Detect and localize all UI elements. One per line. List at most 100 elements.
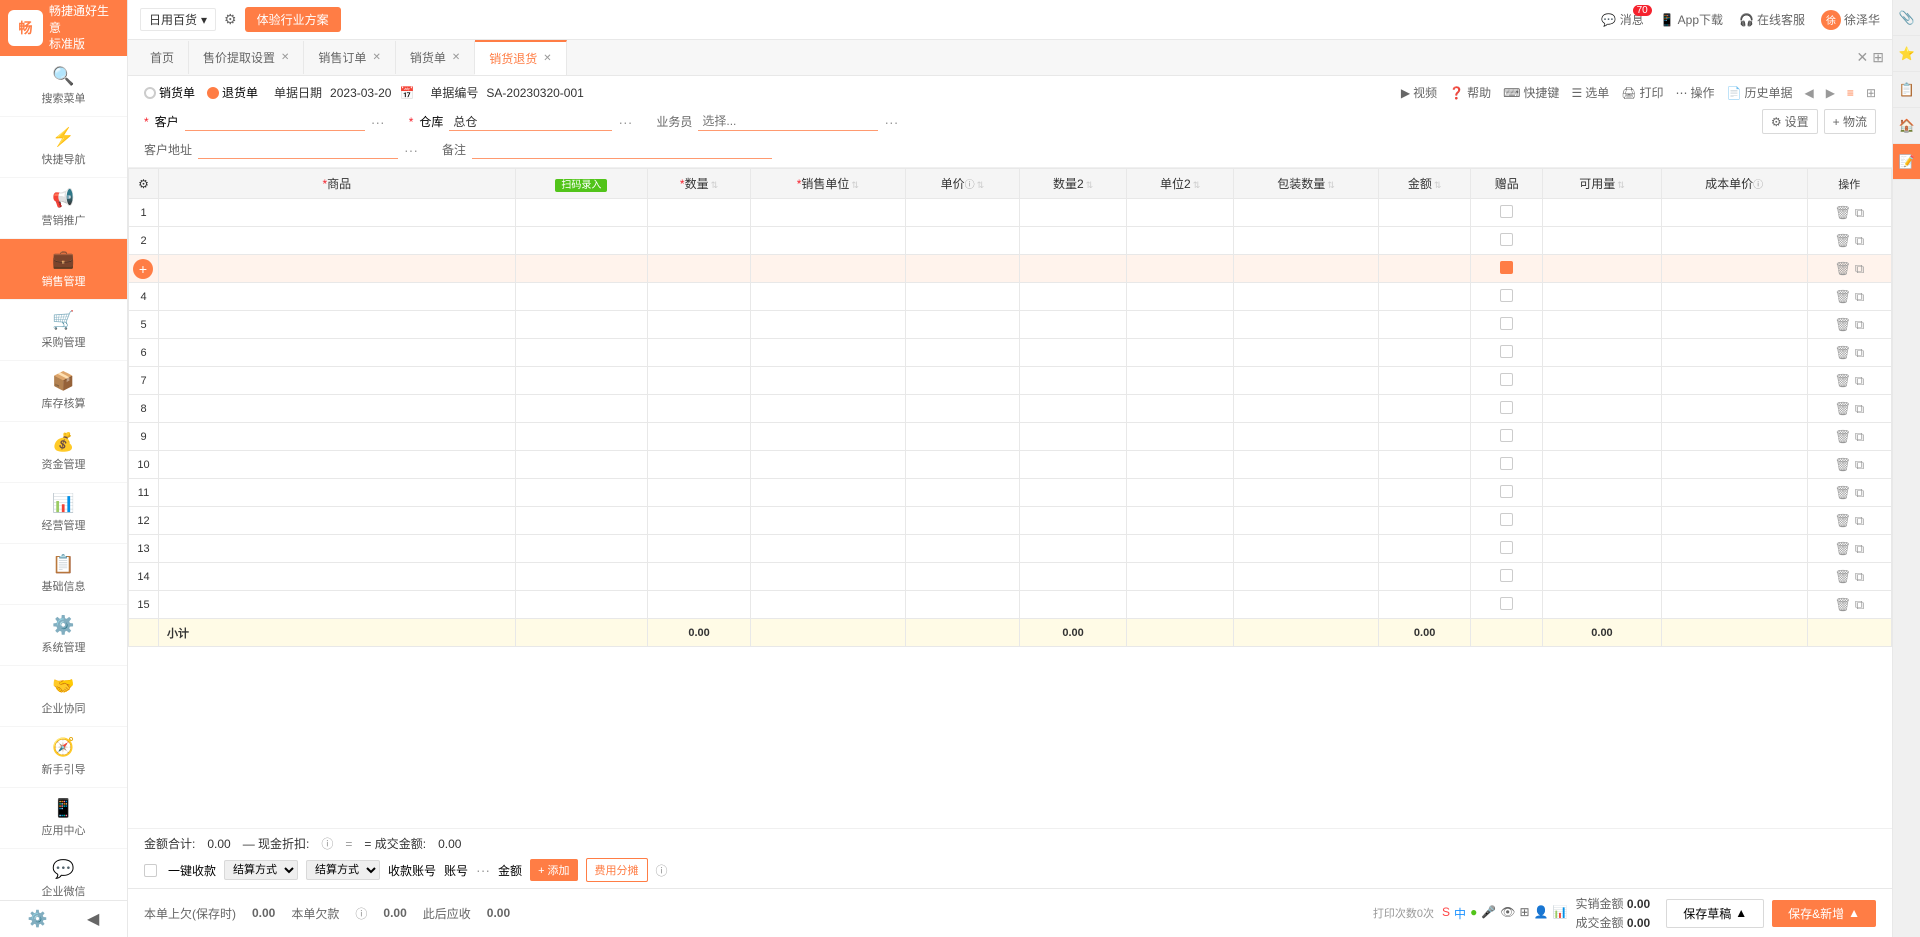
delete-icon[interactable]: 🗑 [1834, 457, 1851, 473]
copy-icon[interactable]: ⧉ [1855, 485, 1864, 501]
tab-sale-order-close-icon[interactable]: ✕ [372, 52, 380, 63]
price-sort-icon[interactable]: ⇅ [977, 180, 985, 190]
calendar-icon[interactable]: 📅 [399, 86, 414, 100]
gift-checkbox[interactable] [1500, 485, 1513, 498]
copy-icon[interactable]: ⧉ [1855, 289, 1864, 305]
toolbar-user-icon[interactable]: 👤 [1534, 905, 1549, 922]
gift-checkbox[interactable] [1500, 401, 1513, 414]
sidebar-settings-icon[interactable]: ⚙️ [28, 909, 48, 929]
copy-icon[interactable]: ⧉ [1855, 205, 1864, 221]
radio-return[interactable]: 退货单 [207, 84, 258, 101]
action-shortcut[interactable]: ⌨快捷键 [1503, 84, 1559, 101]
gift-checkbox[interactable] [1500, 569, 1513, 582]
cost-info-icon[interactable]: ⓘ [1753, 180, 1763, 191]
tab-close-all-icon[interactable]: ✕ [1857, 49, 1869, 66]
account-picker-icon[interactable]: ··· [476, 862, 490, 878]
calc-method-select[interactable]: 结算方式 [306, 860, 380, 880]
message-icon-wrap[interactable]: 💬 70 消息 [1601, 11, 1643, 28]
warehouse-picker-icon[interactable]: ··· [618, 114, 632, 130]
btn-logistics[interactable]: + 物流 [1824, 109, 1876, 134]
amount-cell[interactable] [1378, 199, 1471, 227]
user-info[interactable]: 徐 徐泽华 [1821, 10, 1880, 30]
gift-checkbox[interactable] [1500, 345, 1513, 358]
qty2-cell[interactable] [1020, 227, 1127, 255]
copy-icon[interactable]: ⧉ [1855, 401, 1864, 417]
sidebar-item-guide[interactable]: 🧭新手引导 [0, 727, 127, 788]
delete-icon[interactable]: 🗑 [1834, 345, 1851, 361]
product-cell-active[interactable] [159, 255, 516, 283]
app-download[interactable]: 📱 App下载 [1660, 11, 1723, 28]
delete-icon[interactable]: 🗑 [1834, 261, 1851, 277]
addr-picker-icon[interactable]: ··· [404, 142, 418, 158]
delete-icon[interactable]: 🗑 [1834, 289, 1851, 305]
copy-icon[interactable]: ⧉ [1855, 597, 1864, 613]
fee-split-btn[interactable]: 费用分摊 [586, 858, 648, 882]
sidebar-item-finance[interactable]: 💰资金管理 [0, 422, 127, 483]
gift-checkbox[interactable] [1500, 457, 1513, 470]
save-draft-btn[interactable]: 保存草稿 ▲ [1666, 899, 1764, 928]
sidebar-item-marketing[interactable]: 📢营销推广 [0, 178, 127, 239]
gift-checkbox[interactable] [1500, 289, 1513, 302]
gift-checkbox[interactable] [1500, 373, 1513, 386]
price-cell[interactable] [905, 255, 1019, 283]
delete-icon[interactable]: 🗑 [1834, 317, 1851, 333]
customer-addr-input[interactable] [198, 140, 398, 159]
tab-sale[interactable]: 销货单 ✕ [396, 41, 475, 74]
delete-icon[interactable]: 🗑 [1834, 485, 1851, 501]
action-select[interactable]: ☰选单 [1571, 84, 1609, 101]
tab-sale-order[interactable]: 销售订单 ✕ [304, 41, 395, 74]
gift-checkbox[interactable] [1500, 541, 1513, 554]
customer-picker-icon[interactable]: ··· [371, 114, 385, 130]
discount-info-icon[interactable]: ⓘ [321, 835, 333, 852]
unit2-cell[interactable] [1127, 199, 1234, 227]
delete-icon[interactable]: 🗑 [1834, 233, 1851, 249]
amount-cell[interactable] [1378, 255, 1471, 283]
salesperson-input[interactable] [698, 112, 878, 131]
radio-sale[interactable]: 销货单 [144, 84, 195, 101]
copy-icon[interactable]: ⧉ [1855, 373, 1864, 389]
price-info-icon[interactable]: ⓘ [965, 180, 975, 191]
qty-cell[interactable] [648, 227, 751, 255]
amount-cell[interactable] [1378, 227, 1471, 255]
action-history[interactable]: 📄历史单据 [1726, 84, 1792, 101]
gift-checkbox[interactable] [1500, 597, 1513, 610]
gift-checkbox[interactable] [1500, 317, 1513, 330]
avail-sort-icon[interactable]: ⇅ [1617, 180, 1625, 190]
delete-icon[interactable]: 🗑 [1834, 373, 1851, 389]
toolbar-table-icon[interactable]: 📊 [1553, 905, 1568, 922]
sidebar-item-search[interactable]: 🔍搜索菜单 [0, 56, 127, 117]
one-key-pay-checkbox[interactable] [144, 864, 157, 877]
online-service[interactable]: 🎧 在线客服 [1739, 11, 1805, 28]
unit2-cell[interactable] [1127, 227, 1234, 255]
btn-setting[interactable]: ⚙ 设置 [1762, 109, 1818, 134]
trial-btn[interactable]: 体验行业方案 [245, 7, 341, 32]
qty-cell[interactable] [648, 199, 751, 227]
delete-icon[interactable]: 🗑 [1834, 429, 1851, 445]
qty2-cell[interactable] [1020, 255, 1127, 283]
tab-sale-close-icon[interactable]: ✕ [452, 52, 460, 63]
sidebar-item-enterprise[interactable]: 🤝企业协同 [0, 666, 127, 727]
topbar-gear-icon[interactable]: ⚙ [224, 11, 237, 28]
delete-icon[interactable]: 🗑 [1834, 401, 1851, 417]
gift-checkbox-active[interactable] [1500, 261, 1513, 274]
toolbar-mic-icon[interactable]: 🎤 [1481, 905, 1496, 922]
unit2-cell[interactable] [1127, 255, 1234, 283]
save-new-btn[interactable]: 保存&新增 ▲ [1772, 900, 1876, 927]
tab-home[interactable]: 首页 [136, 41, 189, 74]
gift-checkbox[interactable] [1500, 429, 1513, 442]
unit-cell[interactable] [750, 199, 905, 227]
copy-icon[interactable]: ⧉ [1855, 261, 1864, 277]
pack-cell[interactable] [1234, 199, 1379, 227]
delete-icon[interactable]: 🗑 [1834, 597, 1851, 613]
sidebar-item-appcenter[interactable]: 📱应用中心 [0, 788, 127, 849]
rp-form-icon[interactable]: 📝 [1893, 144, 1920, 180]
view-list-icon[interactable]: ≡ [1847, 86, 1854, 100]
price-cell[interactable] [905, 227, 1019, 255]
action-help[interactable]: ❓帮助 [1449, 84, 1491, 101]
delete-icon[interactable]: 🗑 [1834, 541, 1851, 557]
sidebar-item-ent-wechat[interactable]: 💬企业微信 [0, 849, 127, 900]
toolbar-eye-icon[interactable]: 👁 [1500, 905, 1515, 922]
view-grid-icon[interactable]: ⊞ [1866, 86, 1876, 100]
action-print[interactable]: 🖨打印 [1621, 84, 1663, 101]
tab-sale-return-close-icon[interactable]: ✕ [543, 53, 551, 64]
